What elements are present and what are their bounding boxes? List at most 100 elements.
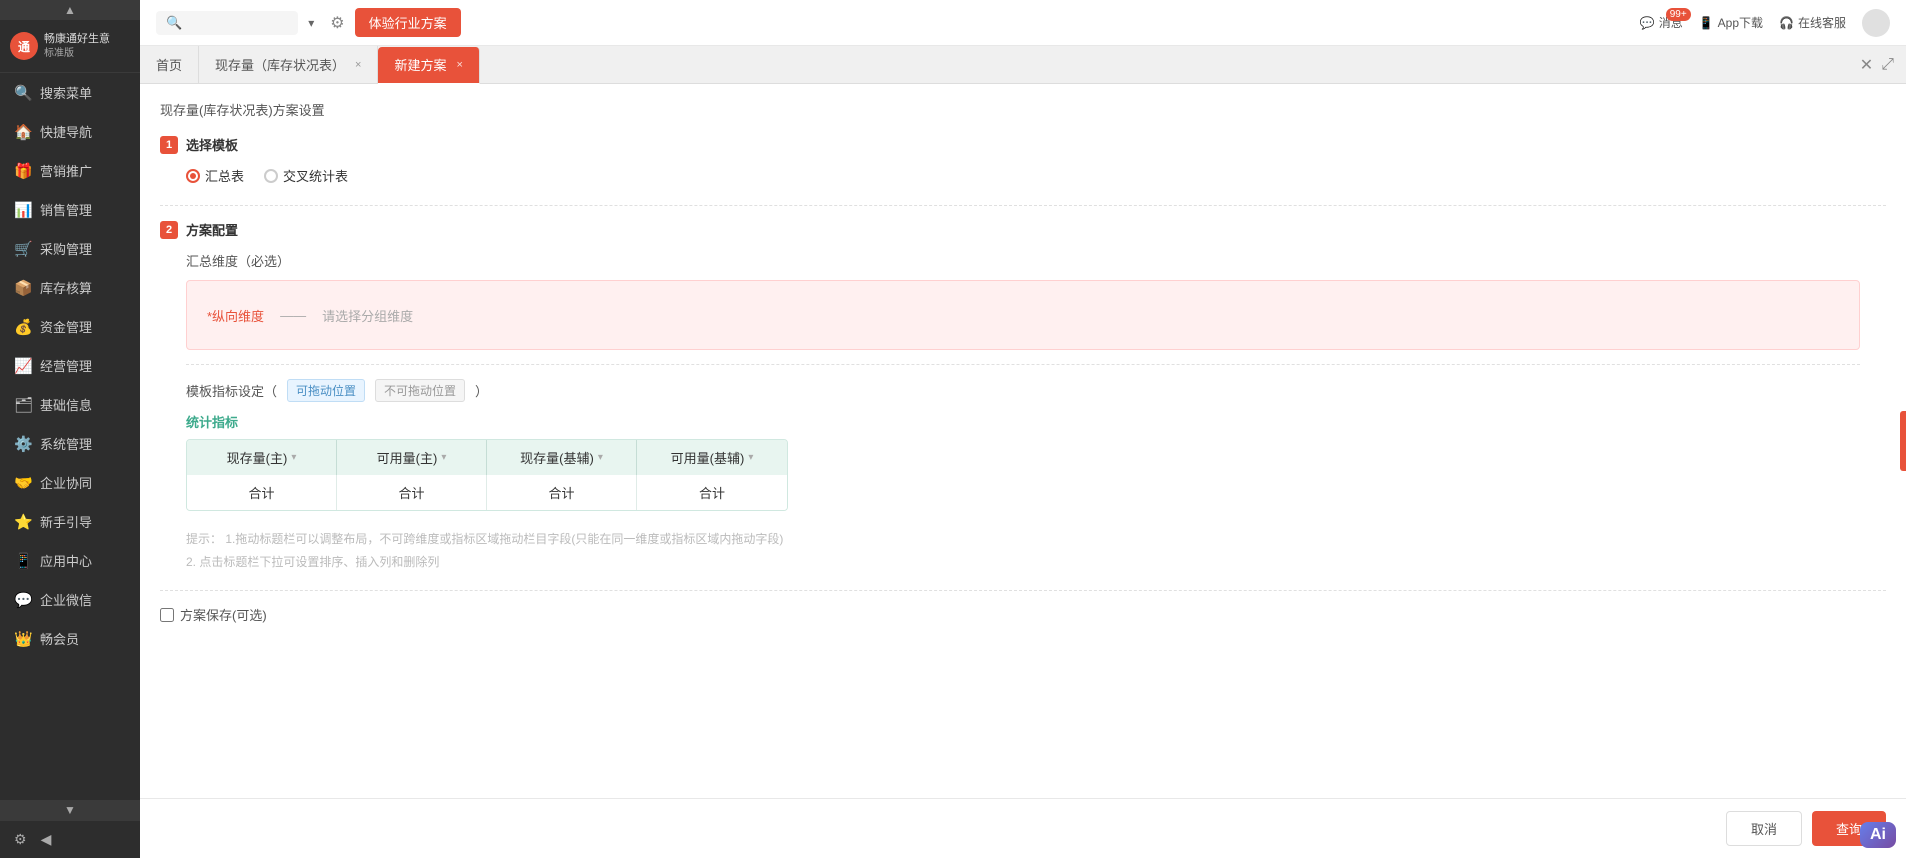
section1-content: 汇总表 交叉统计表 <box>160 166 1886 185</box>
sidebar-item-purchase[interactable]: 🛒 采购管理 <box>0 229 140 268</box>
metrics-label-end: ） <box>475 381 488 400</box>
col-dropdown-icon-0[interactable]: ▾ <box>291 452 296 463</box>
section2-title: 方案配置 <box>186 220 238 239</box>
messages-badge: 99+ <box>1666 8 1691 21</box>
expand-icon[interactable]: ⤢ <box>1881 56 1894 74</box>
operations-icon: 📈 <box>14 357 32 375</box>
section1-num: 1 <box>160 136 178 154</box>
save-checkbox[interactable] <box>160 608 174 622</box>
section-config: 2 方案配置 汇总维度（必选） *纵向维度 —— 请选择分组维度 模板指标设定（… <box>160 220 1886 570</box>
marketing-icon: 🎁 <box>14 162 32 180</box>
search-icon: 🔍 <box>14 84 32 102</box>
metrics-table-header: 现存量(主) ▾ 可用量(主) ▾ 现存量(基辅) ▾ 可用量(基辅) <box>187 440 787 475</box>
tab-new-scheme[interactable]: 新建方案 × <box>378 47 479 84</box>
ai-badge[interactable]: Ai <box>1860 822 1896 848</box>
sidebar-item-label: 新手引导 <box>40 512 92 531</box>
divider3 <box>160 590 1886 591</box>
sidebar-item-marketing[interactable]: 🎁 营销推广 <box>0 151 140 190</box>
radio-summary-label: 汇总表 <box>205 166 244 185</box>
divider2 <box>186 364 1860 365</box>
page-title: 现存量(库存状况表)方案设置 <box>160 100 1886 119</box>
app-name: 畅康通好生意 标准版 <box>44 32 110 59</box>
sidebar-item-operations[interactable]: 📈 经营管理 <box>0 346 140 385</box>
close-panel-icon[interactable]: ✕ <box>1860 55 1873 75</box>
col-header-1[interactable]: 可用量(主) ▾ <box>337 440 487 475</box>
sidebar-item-newbie[interactable]: ⭐ 新手引导 <box>0 502 140 541</box>
footer-bar: 取消 查询 <box>140 798 1906 858</box>
purchase-icon: 🛒 <box>14 240 32 258</box>
tab-inventory-close[interactable]: × <box>355 59 361 71</box>
tab-home[interactable]: 首页 <box>140 46 199 83</box>
metrics-table-body: 合计 合计 合计 合计 <box>187 475 787 510</box>
sidebar-item-label: 畅会员 <box>40 629 79 648</box>
sidebar-scroll-down[interactable]: ▼ <box>0 800 140 820</box>
radio-summary-table[interactable]: 汇总表 <box>186 166 244 185</box>
search-icon: 🔍 <box>166 15 182 31</box>
col-header-3[interactable]: 可用量(基辅) ▾ <box>637 440 787 475</box>
stats-indicator-label: 统计指标 <box>186 412 1860 431</box>
col-dropdown-icon-3[interactable]: ▾ <box>748 452 753 463</box>
sales-icon: 📊 <box>14 201 32 219</box>
tab-new-scheme-close[interactable]: × <box>456 59 462 71</box>
col-header-0[interactable]: 现存量(主) ▾ <box>187 440 337 475</box>
sidebar-item-label: 基础信息 <box>40 395 92 414</box>
sidebar-item-finance[interactable]: 💰 资金管理 <box>0 307 140 346</box>
section1-title: 选择模板 <box>186 135 238 154</box>
tab-inventory[interactable]: 现存量（库存状况表） × <box>199 46 378 83</box>
topbar: 🔍 ▾ ⚙ 体验行业方案 💬 消息 99+ 📱 App下载 🎧 在线客服 <box>140 0 1906 46</box>
sidebar-item-system[interactable]: ⚙️ 系统管理 <box>0 424 140 463</box>
topbar-dropdown[interactable]: ▾ <box>308 16 314 30</box>
app-download-btn[interactable]: 📱 App下载 <box>1699 14 1763 31</box>
dimension-dash: —— <box>280 308 306 323</box>
sidebar-item-sales[interactable]: 📊 销售管理 <box>0 190 140 229</box>
industry-btn[interactable]: 体验行业方案 <box>355 8 461 37</box>
section1-header: 1 选择模板 <box>160 135 1886 154</box>
col-header-2[interactable]: 现存量(基辅) ▾ <box>487 440 637 475</box>
sidebar-item-label: 应用中心 <box>40 551 92 570</box>
settings-icon[interactable]: ⚙ <box>14 831 27 848</box>
basic-info-icon: 🗂 <box>14 396 32 414</box>
tabbar: 首页 现存量（库存状况表） × 新建方案 × ✕ ⤢ <box>140 46 1906 84</box>
tab-home-label: 首页 <box>156 55 182 74</box>
radio-summary-circle <box>186 169 200 183</box>
section-template: 1 选择模板 汇总表 交叉统计表 <box>160 135 1886 185</box>
col-header-label-3: 可用量(基辅) <box>671 448 745 467</box>
sidebar-item-vip[interactable]: 👑 畅会员 <box>0 619 140 658</box>
dimension-placeholder: 请选择分组维度 <box>322 306 413 325</box>
topbar-search-box[interactable]: 🔍 <box>156 11 298 35</box>
app-logo-icon: 通 <box>10 32 38 60</box>
save-label: 方案保存(可选) <box>180 605 267 624</box>
messages-btn[interactable]: 💬 消息 99+ <box>1640 14 1683 31</box>
collapse-icon[interactable]: ◀ <box>41 831 52 848</box>
inventory-icon: 📦 <box>14 279 32 297</box>
sidebar-item-wechat[interactable]: 💬 企业微信 <box>0 580 140 619</box>
sidebar-item-inventory[interactable]: 📦 库存核算 <box>0 268 140 307</box>
section2-header: 2 方案配置 <box>160 220 1886 239</box>
system-icon: ⚙️ <box>14 435 32 453</box>
online-service-btn[interactable]: 🎧 在线客服 <box>1779 14 1846 31</box>
sidebar-item-collab[interactable]: 🤝 企业协同 <box>0 463 140 502</box>
tab-maximize-btn: ✕ ⤢ <box>1848 55 1906 75</box>
cancel-button[interactable]: 取消 <box>1726 811 1802 846</box>
service-icon: 🎧 <box>1779 16 1794 30</box>
sidebar-item-label: 企业协同 <box>40 473 92 492</box>
sidebar-item-basic-info[interactable]: 🗂 基础信息 <box>0 385 140 424</box>
sidebar-item-search[interactable]: 🔍 搜索菜单 <box>0 73 140 112</box>
section2-num: 2 <box>160 221 178 239</box>
dimension-selector[interactable]: *纵向维度 —— 请选择分组维度 <box>186 280 1860 350</box>
radio-crosstab[interactable]: 交叉统计表 <box>264 166 348 185</box>
sidebar-footer: ⚙ ◀ <box>0 820 140 858</box>
col-dropdown-icon-1[interactable]: ▾ <box>441 452 446 463</box>
col-dropdown-icon-2[interactable]: ▾ <box>598 452 603 463</box>
sidebar-item-label: 搜索菜单 <box>40 83 92 102</box>
topbar-right: 💬 消息 99+ 📱 App下载 🎧 在线客服 <box>1640 9 1890 37</box>
sidebar-item-quicknav[interactable]: 🏠 快捷导航 <box>0 112 140 151</box>
user-avatar[interactable] <box>1862 9 1890 37</box>
topbar-search-input[interactable] <box>188 16 288 30</box>
sidebar-item-app-center[interactable]: 📱 应用中心 <box>0 541 140 580</box>
sidebar-item-label: 企业微信 <box>40 590 92 609</box>
sidebar-scroll-up[interactable]: ▲ <box>0 0 140 20</box>
topbar-gear-icon[interactable]: ⚙ <box>330 13 344 33</box>
quicknav-icon: 🏠 <box>14 123 32 141</box>
topbar-left: 🔍 ▾ ⚙ 体验行业方案 <box>156 8 461 37</box>
